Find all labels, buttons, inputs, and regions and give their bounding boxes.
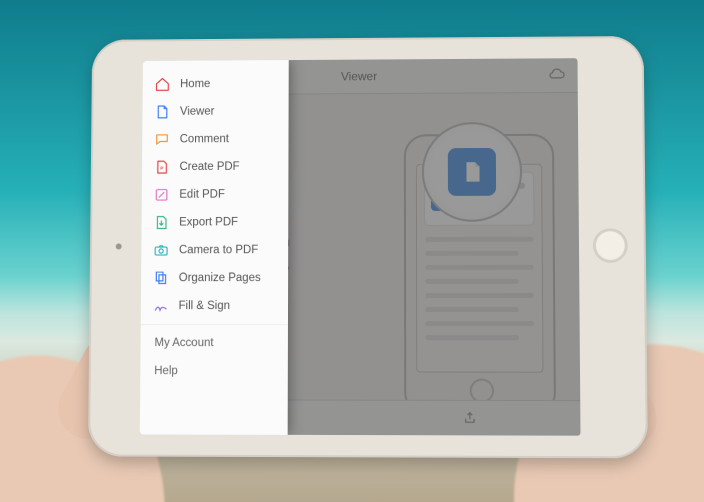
fill-sign-icon: [153, 298, 169, 314]
comment-icon: [154, 132, 170, 148]
create-pdf-icon: P: [154, 159, 170, 175]
sidebar-item-organize-pages[interactable]: Organize Pages: [141, 264, 288, 292]
sidebar-item-label: Edit PDF: [179, 189, 225, 201]
camera-icon: [153, 242, 169, 258]
sidebar-item-export-pdf[interactable]: Export PDF: [141, 208, 288, 236]
sidebar-item-label: Fill & Sign: [179, 300, 231, 312]
home-icon: [154, 77, 170, 93]
export-pdf-icon: [153, 215, 169, 231]
sidebar-item-edit-pdf[interactable]: Edit PDF: [142, 181, 289, 209]
sidebar-drawer: Home Viewer Comment P: [140, 60, 289, 435]
svg-text:P: P: [160, 166, 163, 171]
sidebar-item-create-pdf[interactable]: P Create PDF: [142, 153, 289, 181]
organize-pages-icon: [153, 270, 169, 286]
tablet-screen: Viewer ad cuments ywhere en in the Viewe…: [140, 58, 581, 435]
sidebar-item-label: Export PDF: [179, 216, 238, 228]
sidebar-item-label: Home: [180, 78, 210, 90]
sidebar-item-label: Viewer: [180, 106, 215, 118]
tablet-device: Viewer ad cuments ywhere en in the Viewe…: [88, 36, 648, 458]
edit-pdf-icon: [154, 187, 170, 203]
sidebar-item-fill-sign[interactable]: Fill & Sign: [141, 292, 288, 320]
sidebar-item-camera-to-pdf[interactable]: Camera to PDF: [141, 236, 288, 264]
sidebar-item-label: Create PDF: [180, 161, 240, 173]
sidebar-item-label: Organize Pages: [179, 272, 261, 284]
sidebar-separator: [141, 324, 288, 325]
sidebar-item-help[interactable]: Help: [140, 357, 288, 385]
sidebar-item-my-account[interactable]: My Account: [140, 329, 287, 357]
sidebar-item-comment[interactable]: Comment: [142, 125, 288, 153]
sidebar-item-label: Help: [154, 365, 178, 377]
tablet-camera: [116, 243, 122, 249]
tablet-home-button[interactable]: [593, 228, 628, 262]
document-icon: [154, 104, 170, 120]
sidebar-item-label: Comment: [180, 133, 229, 145]
scene: Viewer ad cuments ywhere en in the Viewe…: [0, 0, 704, 502]
sidebar-item-label: Camera to PDF: [179, 244, 258, 256]
sidebar-item-label: My Account: [154, 337, 213, 349]
sidebar-item-home[interactable]: Home: [143, 70, 289, 98]
sidebar-item-viewer[interactable]: Viewer: [142, 97, 288, 125]
